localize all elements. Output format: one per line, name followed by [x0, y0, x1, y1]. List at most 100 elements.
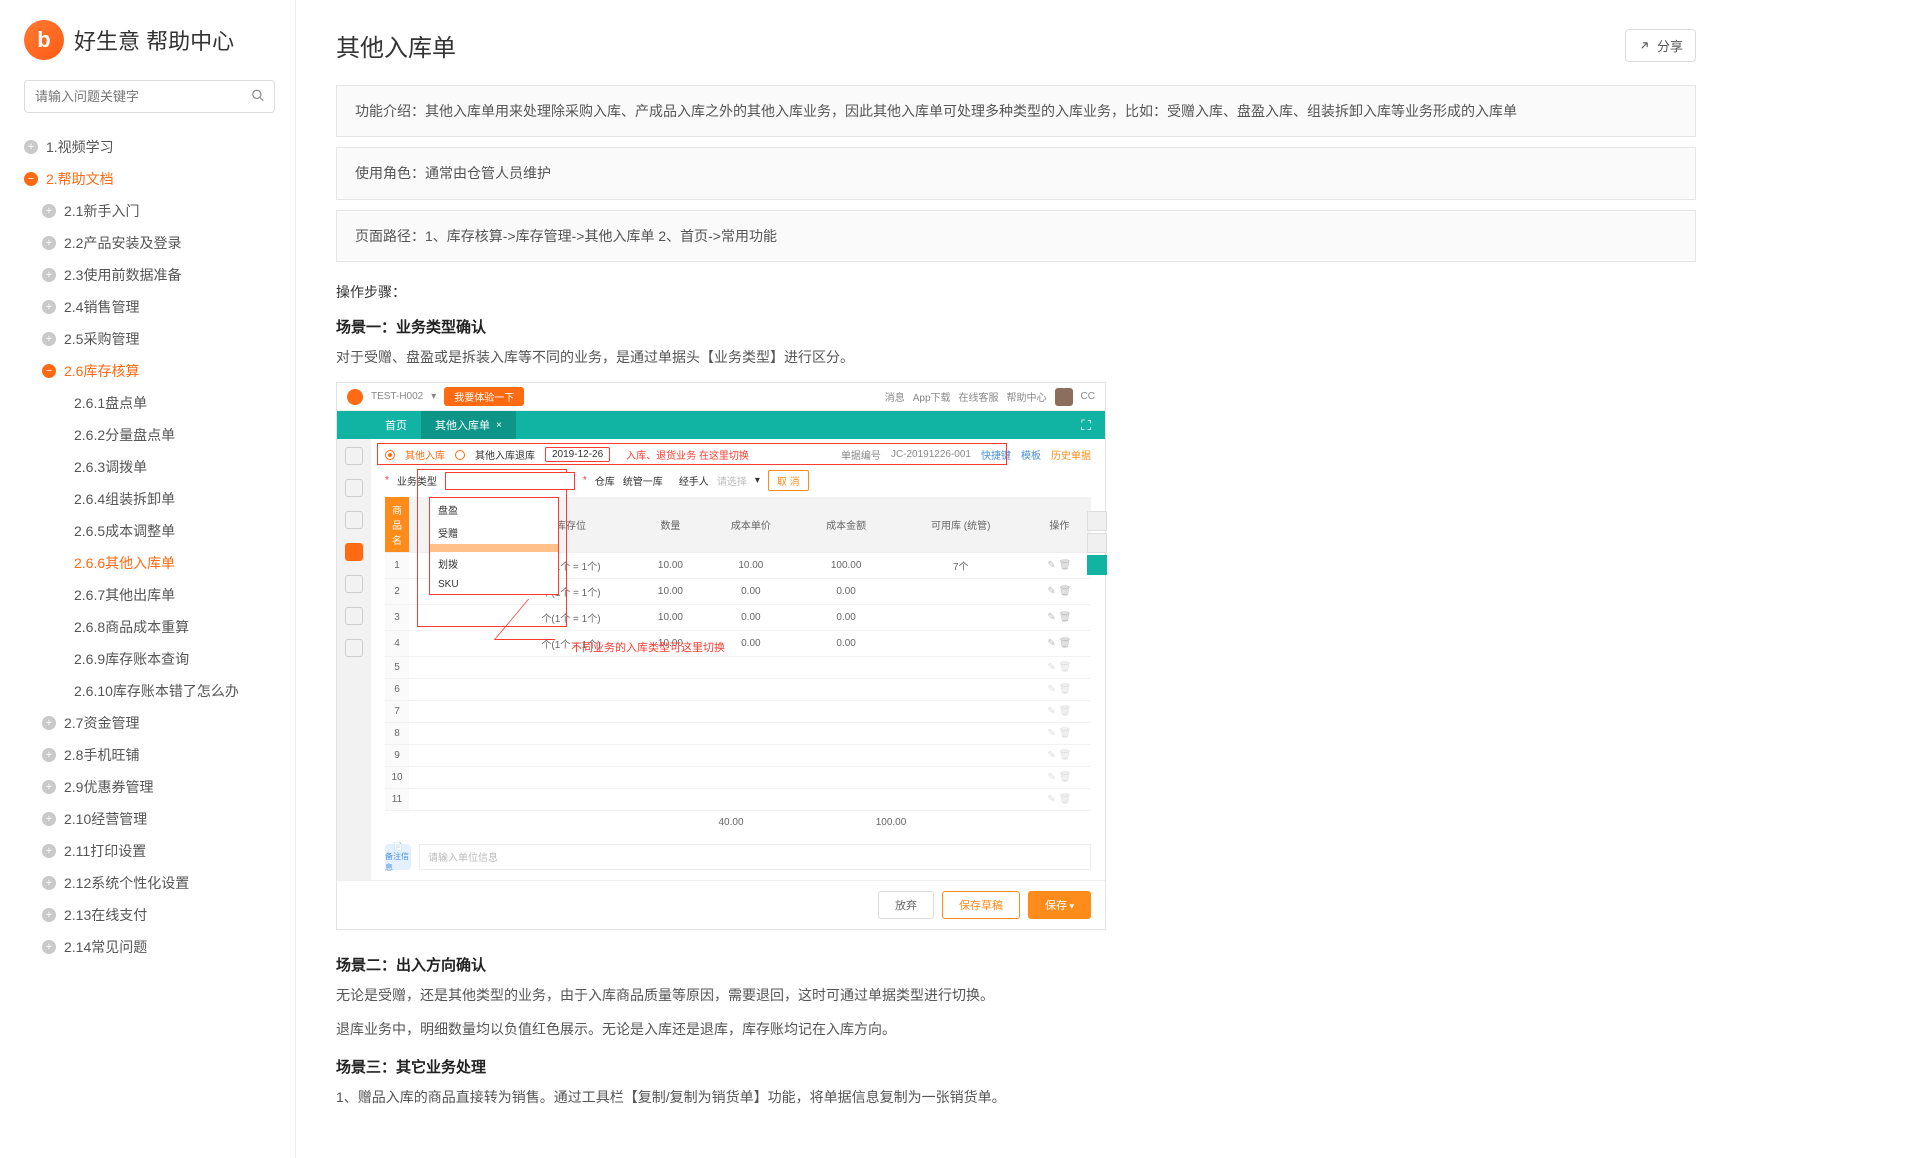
mock-date: 2019-12-26 — [545, 447, 610, 462]
mock-docno: JC-20191226-001 — [891, 449, 971, 460]
nav-2-6-2[interactable]: 2.6.2分量盘点单 — [24, 419, 275, 451]
nav-label: 2.6.5成本调整单 — [74, 521, 175, 541]
expand-icon: + — [42, 268, 56, 282]
nav-2-1[interactable]: +2.1新手入门 — [24, 195, 275, 227]
nav-2-3[interactable]: +2.3使用前数据准备 — [24, 259, 275, 291]
nav-label: 1.视频学习 — [46, 137, 114, 157]
mock-rail-icon — [345, 479, 363, 497]
nav-tree: +1.视频学习 −2.帮助文档 +2.1新手入门 +2.2产品安装及登录 +2.… — [24, 131, 275, 963]
expand-icon: + — [42, 812, 56, 826]
nav-2-6-10[interactable]: 2.6.10库存账本错了怎么办 — [24, 675, 275, 707]
nav-label: 2.14常见问题 — [64, 937, 147, 957]
mock-tab-doc: 其他入库单× — [421, 411, 516, 439]
nav-label: 2.6.7其他出库单 — [74, 585, 175, 605]
intro-box: 功能介绍：其他入库单用来处理除采购入库、产成品入库之外的其他入库业务，因此其他入… — [336, 85, 1696, 137]
share-button[interactable]: 分享 — [1625, 29, 1696, 62]
sidebar: b 好生意 帮助中心 +1.视频学习 −2.帮助文档 +2.1新手入门 +2.2… — [0, 0, 296, 1158]
nav-2-6-3[interactable]: 2.6.3调拨单 — [24, 451, 275, 483]
nav-2-6-8[interactable]: 2.6.8商品成本重算 — [24, 611, 275, 643]
mock-logo-icon — [347, 389, 363, 405]
page-header: 其他入库单 分享 — [336, 28, 1696, 63]
mock-rail-icon — [345, 511, 363, 529]
nav-label: 2.4销售管理 — [64, 297, 139, 317]
scene1-title: 场景一：业务类型确认 — [336, 316, 1696, 337]
nav-label: 2.6.2分量盘点单 — [74, 425, 175, 445]
mock-btn-cancel: 放弃 — [878, 891, 934, 919]
scene3-title: 场景三：其它业务处理 — [336, 1056, 1696, 1077]
mock-total-qty: 40.00 — [691, 817, 771, 828]
expand-icon: + — [42, 204, 56, 218]
nav-2-8[interactable]: +2.8手机旺铺 — [24, 739, 275, 771]
mock-dd-item — [430, 544, 558, 552]
mock-btn-save: 保存 — [1028, 891, 1091, 919]
mock-right-icons — [1087, 511, 1107, 575]
collapse-icon: − — [42, 364, 56, 378]
mock-radio2: 其他入库退库 — [475, 447, 535, 462]
mock-refresh: 我要体验一下 — [444, 387, 524, 406]
mock-rail-icon — [345, 543, 363, 561]
path-box: 页面路径：1、库存核算->库存管理->其他入库单 2、首页->常用功能 — [336, 210, 1696, 262]
nav-label: 2.2产品安装及登录 — [64, 233, 181, 253]
nav-label: 2.帮助文档 — [46, 169, 114, 189]
nav-docs[interactable]: −2.帮助文档 — [24, 163, 275, 195]
mock-rail-icon — [345, 639, 363, 657]
scene3-text1: 1、赠品入库的商品直接转为销售。通过工具栏【复制/复制为销货单】功能，将单据信息… — [336, 1085, 1696, 1110]
search-input[interactable] — [24, 80, 275, 113]
nav-2-5[interactable]: +2.5采购管理 — [24, 323, 275, 355]
page-title: 其他入库单 — [336, 28, 456, 63]
nav-2-6[interactable]: −2.6库存核算 — [24, 355, 275, 387]
nav-2-9[interactable]: +2.9优惠券管理 — [24, 771, 275, 803]
nav-label: 2.6.9库存账本查询 — [74, 649, 189, 669]
mock-th: 可用库 (统管) — [894, 497, 1028, 553]
scene2-text1: 无论是受赠，还是其他类型的业务，由于入库商品质量等原因，需要退回，这时可通过单据… — [336, 983, 1696, 1008]
expand-icon: + — [42, 876, 56, 890]
share-icon — [1638, 39, 1651, 52]
nav-label: 2.5采购管理 — [64, 329, 139, 349]
nav-2-6-5[interactable]: 2.6.5成本调整单 — [24, 515, 275, 547]
share-label: 分享 — [1657, 36, 1683, 55]
brand-title: 好生意 帮助中心 — [74, 24, 234, 56]
nav-video[interactable]: +1.视频学习 — [24, 131, 275, 163]
nav-label: 2.7资金管理 — [64, 713, 139, 733]
mock-biztype-select — [445, 472, 575, 490]
mock-link: 模板 — [1021, 447, 1041, 462]
mock-rail-icon — [345, 447, 363, 465]
nav-2-7[interactable]: +2.7资金管理 — [24, 707, 275, 739]
mock-topbar: TEST-H002 ▾ 我要体验一下 消息 App下载 在线客服 帮助中心 CC — [337, 383, 1105, 411]
annotation-text: 不同业务的入库类型可这里切换 — [571, 639, 725, 655]
search-box — [24, 80, 275, 113]
mock-remark-row: 📄备注信息 请输入单位信息 — [385, 844, 1091, 870]
mock-footer: 放弃 保存草稿 保存 — [337, 880, 1105, 929]
expand-icon: + — [24, 140, 38, 154]
mock-left-rail — [337, 439, 371, 880]
nav-2-13[interactable]: +2.13在线支付 — [24, 899, 275, 931]
nav-2-6-1[interactable]: 2.6.1盘点单 — [24, 387, 275, 419]
search-icon[interactable] — [251, 88, 265, 105]
nav-2-2[interactable]: +2.2产品安装及登录 — [24, 227, 275, 259]
nav-2-14[interactable]: +2.14常见问题 — [24, 931, 275, 963]
mock-user: CC — [1081, 391, 1095, 402]
expand-icon: + — [42, 780, 56, 794]
mock-side-icon — [1087, 555, 1107, 575]
nav-2-6-9[interactable]: 2.6.9库存账本查询 — [24, 643, 275, 675]
nav-2-11[interactable]: +2.11打印设置 — [24, 835, 275, 867]
mock-link: 历史单据 — [1051, 447, 1091, 462]
nav-label: 2.10经营管理 — [64, 809, 147, 829]
nav-label: 2.6.3调拨单 — [74, 457, 147, 477]
nav-2-6-7[interactable]: 2.6.7其他出库单 — [24, 579, 275, 611]
nav-2-12[interactable]: +2.12系统个性化设置 — [24, 867, 275, 899]
nav-2-6-4[interactable]: 2.6.4组装拆卸单 — [24, 483, 275, 515]
main-content: 其他入库单 分享 功能介绍：其他入库单用来处理除采购入库、产成品入库之外的其他入… — [296, 0, 1736, 1158]
brand-header: b 好生意 帮助中心 — [24, 20, 275, 60]
nav-2-6-6[interactable]: 2.6.6其他入库单 — [24, 547, 275, 579]
scene1-text: 对于受赠、盘盈或是拆装入库等不同的业务，是通过单据头【业务类型】进行区分。 — [336, 345, 1696, 370]
mock-th: 成本金额 — [799, 497, 894, 553]
nav-label: 2.1新手入门 — [64, 201, 139, 221]
steps-label: 操作步骤： — [336, 282, 1696, 302]
collapse-icon: − — [24, 172, 38, 186]
mock-dd-item: 受赠 — [430, 521, 558, 544]
nav-label: 2.8手机旺铺 — [64, 745, 139, 765]
mock-cancel-btn: 取 消 — [768, 470, 809, 491]
nav-2-10[interactable]: +2.10经营管理 — [24, 803, 275, 835]
nav-2-4[interactable]: +2.4销售管理 — [24, 291, 275, 323]
